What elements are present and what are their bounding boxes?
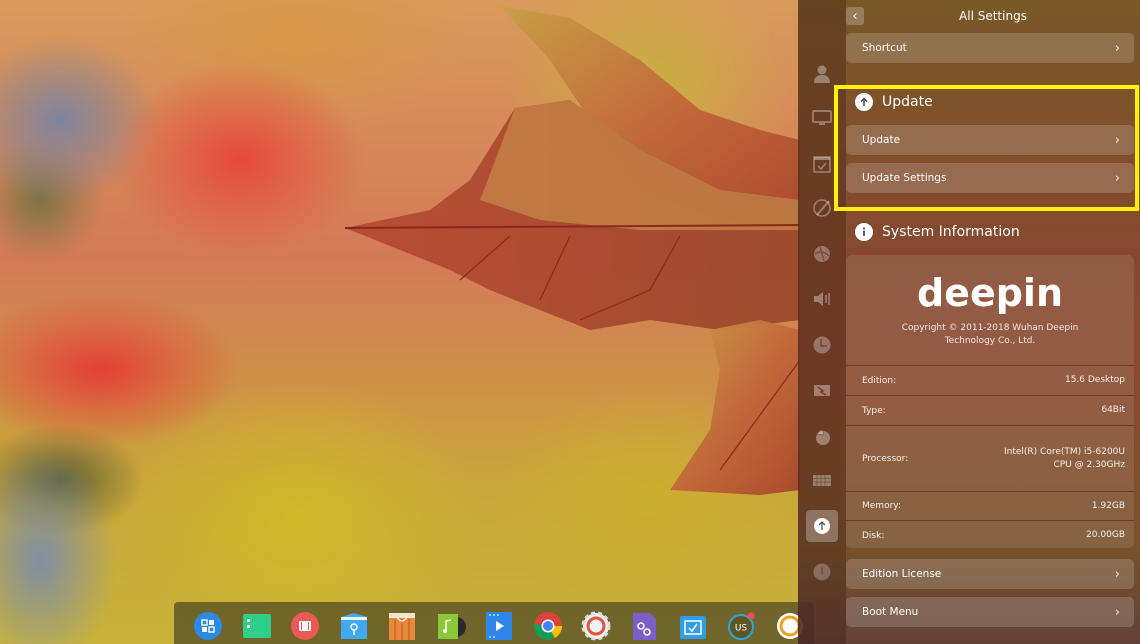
row-label: Shortcut [862, 42, 907, 54]
svg-text:US: US [735, 624, 748, 634]
launcher-icon [194, 612, 223, 640]
dock-item-launcher[interactable] [184, 606, 232, 644]
info-label: Type: [862, 405, 886, 416]
chevron-right-icon: › [1114, 604, 1120, 620]
shopping-bag-icon [389, 613, 416, 640]
info-circle-icon [813, 563, 831, 581]
nav-mouse[interactable] [808, 422, 836, 450]
logo-area: deepin Copyright © 2011-2018 Wuhan Deepi… [846, 255, 1134, 365]
dock-item-music[interactable] [426, 606, 474, 644]
mouse-icon [815, 428, 830, 445]
nav-power[interactable] [808, 376, 836, 404]
row-label: Boot Menu [862, 606, 919, 618]
info-label: Memory: [862, 501, 901, 511]
edition-license-row[interactable]: Edition License › [846, 559, 1134, 589]
dock-item-system-monitor-tools[interactable] [620, 606, 668, 644]
nav-personalization[interactable] [808, 194, 836, 222]
palette-icon [813, 199, 831, 217]
keyboard-icon [813, 475, 831, 486]
dock-item-file-manager[interactable] [329, 606, 377, 644]
info-value: 15.6 Desktop [1064, 375, 1125, 385]
gear-icon [581, 611, 611, 641]
screenshot-icon [679, 616, 706, 639]
dock-item-multitasking-view[interactable] [232, 606, 280, 644]
boot-menu-row[interactable]: Boot Menu › [846, 597, 1134, 627]
dock-item-keyboard-layout[interactable]: US [717, 606, 765, 644]
speaker-icon [814, 292, 830, 306]
highlight-box [834, 85, 1139, 211]
shortcut-row[interactable]: Shortcut › [846, 33, 1134, 63]
monitor-icon [812, 110, 832, 125]
dock-item-screen-recorder[interactable] [281, 606, 329, 644]
row-label: Edition License [862, 568, 942, 580]
user-icon [814, 65, 830, 83]
info-row-memory: Memory: 1.92GB [846, 491, 1134, 520]
nav-display[interactable] [808, 104, 836, 132]
folder-icon [340, 613, 367, 639]
copyright-text: Copyright © 2011-2018 Wuhan Deepin Techn… [901, 323, 1079, 346]
system-info-section-title: System Information [855, 222, 1020, 242]
nav-system-info[interactable] [808, 558, 836, 586]
nav-update[interactable] [806, 510, 838, 542]
dock-item-control-center[interactable] [572, 606, 620, 644]
globe-icon [814, 246, 830, 262]
nav-default-applications[interactable] [808, 150, 836, 178]
music-icon [437, 614, 466, 639]
battery-icon [814, 385, 830, 396]
nav-accounts[interactable] [808, 60, 836, 88]
keyboard-layout-icon: US [728, 612, 755, 640]
nav-keyboard[interactable] [808, 466, 836, 494]
deepin-logo: deepin [916, 271, 1064, 315]
info-label: Edition: [862, 375, 897, 386]
panel-title: All Settings [959, 9, 1027, 23]
info-label: Processor: [862, 453, 909, 464]
nav-network[interactable] [808, 240, 836, 268]
leaf-image [344, 6, 800, 495]
video-icon [486, 612, 513, 640]
dock-item-app-store[interactable] [378, 606, 426, 644]
multitasking-icon [242, 614, 271, 638]
chrome-icon [533, 612, 562, 640]
info-row-type: Type: 64Bit [846, 395, 1134, 425]
section-title-text: System Information [882, 224, 1020, 240]
clock-icon [813, 336, 831, 354]
dock-item-google-chrome[interactable] [523, 606, 571, 644]
info-row-disk: Disk: 20.00GB [846, 520, 1134, 548]
panel-header: ‹ All Settings [846, 0, 1140, 34]
dock: US [174, 602, 814, 644]
chevron-right-icon: › [1114, 40, 1120, 56]
film-icon [291, 612, 320, 640]
info-value: 64Bit [1101, 405, 1125, 415]
system-info-card: deepin Copyright © 2011-2018 Wuhan Deepi… [846, 255, 1134, 548]
calendar-check-icon [813, 156, 831, 173]
info-label: Disk: [862, 530, 885, 541]
chevron-right-icon: › [1114, 566, 1120, 582]
nav-sound[interactable] [808, 285, 836, 313]
info-value: 20.00GB [1086, 530, 1125, 540]
info-value: Intel(R) Core(TM) i5-6200U CPU @ 2.30GHz [1003, 446, 1125, 470]
dock-item-movie[interactable] [475, 606, 523, 644]
dock-item-screenshot[interactable] [669, 606, 717, 644]
info-row-edition: Edition: 15.6 Desktop [846, 365, 1134, 395]
info-row-processor: Processor: Intel(R) Core(TM) i5-6200U CP… [846, 425, 1134, 491]
arrow-up-circle-icon [814, 518, 830, 534]
info-circle-icon [855, 223, 873, 241]
document-gears-icon [633, 613, 657, 640]
nav-time-date[interactable] [808, 331, 836, 359]
info-value: 1.92GB [1091, 500, 1125, 511]
